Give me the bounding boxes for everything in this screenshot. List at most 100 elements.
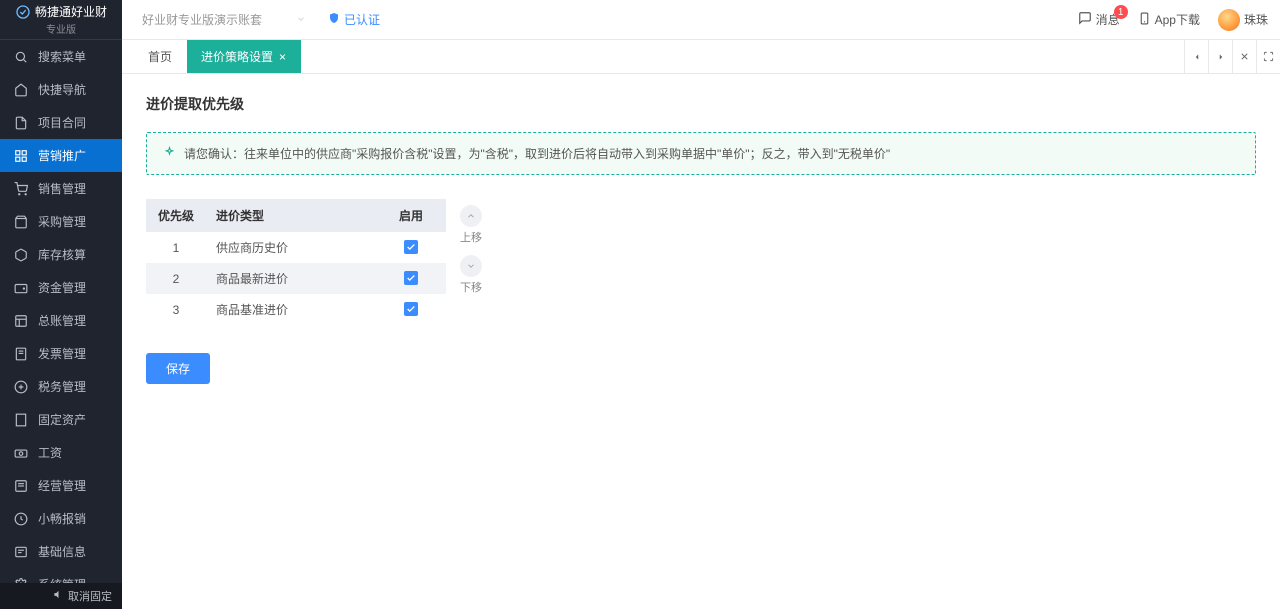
sidebar-item-2[interactable]: 项目合同 xyxy=(0,106,122,139)
sidebar-item-label: 快捷导航 xyxy=(38,81,86,98)
sidebar-item-15[interactable]: 基础信息 xyxy=(0,535,122,568)
sparkle-icon xyxy=(163,146,176,162)
account-selector[interactable]: 好业财专业版演示账套 xyxy=(134,11,314,28)
cell-enable xyxy=(376,263,446,294)
fullscreen-button[interactable] xyxy=(1256,40,1280,74)
speaker-icon xyxy=(53,589,64,603)
sidebar-item-7[interactable]: 资金管理 xyxy=(0,271,122,304)
content: 进价提取优先级 请您确认：往来单位中的供应商"采购报价含税"设置，为"含税"，取… xyxy=(122,74,1280,609)
sidebar-item-0[interactable]: 搜索菜单 xyxy=(0,40,122,73)
sidebar-item-label: 固定资产 xyxy=(38,411,86,428)
info-alert: 请您确认：往来单位中的供应商"采购报价含税"设置，为"含税"，取到进价后将自动带… xyxy=(146,132,1256,175)
verified-badge: 已认证 xyxy=(328,11,380,28)
tab-home[interactable]: 首页 xyxy=(134,40,187,73)
col-priority: 优先级 xyxy=(146,199,206,232)
cell-type: 供应商历史价 xyxy=(206,232,376,263)
messages-button[interactable]: 消息 1 xyxy=(1078,11,1120,28)
cart-icon xyxy=(14,182,28,196)
sidebar-header: 畅捷通好业财 专业版 xyxy=(0,0,122,40)
cell-priority: 3 xyxy=(146,294,206,325)
brand-subtitle: 专业版 xyxy=(46,21,76,36)
messages-badge: 1 xyxy=(1114,5,1128,19)
cell-priority: 2 xyxy=(146,263,206,294)
avatar-icon xyxy=(1218,9,1240,31)
sidebar-item-9[interactable]: 发票管理 xyxy=(0,337,122,370)
home-icon xyxy=(14,83,28,97)
table-row[interactable]: 3商品基准进价 xyxy=(146,294,446,325)
grid-icon xyxy=(14,149,28,163)
priority-table: 优先级 进价类型 启用 1供应商历史价2商品最新进价3商品基准进价 xyxy=(146,199,446,325)
user-menu[interactable]: 珠珠 xyxy=(1218,9,1268,31)
sidebar-item-label: 小畅报销 xyxy=(38,510,86,527)
close-icon[interactable]: × xyxy=(279,50,286,64)
box-icon xyxy=(14,248,28,262)
sidebar-item-4[interactable]: 销售管理 xyxy=(0,172,122,205)
search-icon xyxy=(14,50,28,64)
chevron-down-icon xyxy=(296,13,306,27)
page-title: 进价提取优先级 xyxy=(146,94,1256,114)
move-down-label: 下移 xyxy=(460,279,482,295)
col-enable: 启用 xyxy=(376,199,446,232)
sidebar-footer-label: 取消固定 xyxy=(68,588,112,604)
tab-price-strategy[interactable]: 进价策略设置 × xyxy=(187,40,301,73)
sidebar-item-label: 税务管理 xyxy=(38,378,86,395)
tab-prev-button[interactable] xyxy=(1184,40,1208,74)
sidebar-item-label: 发票管理 xyxy=(38,345,86,362)
sidebar-item-label: 系统管理 xyxy=(38,576,86,583)
tab-current-label: 进价策略设置 xyxy=(201,48,273,65)
move-up-button[interactable] xyxy=(460,205,482,227)
sidebar-item-label: 库存核算 xyxy=(38,246,86,263)
cell-priority: 1 xyxy=(146,232,206,263)
move-up-label: 上移 xyxy=(460,229,482,245)
table-row[interactable]: 2商品最新进价 xyxy=(146,263,446,294)
brand-title: 畅捷通好业财 xyxy=(35,3,107,20)
sidebar-item-label: 资金管理 xyxy=(38,279,86,296)
sidebar-item-label: 基础信息 xyxy=(38,543,86,560)
sidebar-menu: 搜索菜单快捷导航项目合同营销推广销售管理采购管理库存核算资金管理总账管理发票管理… xyxy=(0,40,122,583)
tab-next-button[interactable] xyxy=(1208,40,1232,74)
checkbox-on-icon[interactable] xyxy=(404,302,418,316)
sidebar-item-16[interactable]: 系统管理 xyxy=(0,568,122,583)
tab-home-label: 首页 xyxy=(148,48,172,65)
save-button[interactable]: 保存 xyxy=(146,353,210,384)
move-down-button[interactable] xyxy=(460,255,482,277)
cell-type: 商品最新进价 xyxy=(206,263,376,294)
table-row[interactable]: 1供应商历史价 xyxy=(146,232,446,263)
tab-close-all-button[interactable] xyxy=(1232,40,1256,74)
sidebar-item-12[interactable]: 工资 xyxy=(0,436,122,469)
shield-check-icon xyxy=(328,12,340,27)
sidebar: 畅捷通好业财 专业版 搜索菜单快捷导航项目合同营销推广销售管理采购管理库存核算资… xyxy=(0,0,122,609)
sidebar-item-label: 采购管理 xyxy=(38,213,86,230)
sidebar-item-13[interactable]: 经营管理 xyxy=(0,469,122,502)
topbar: 好业财专业版演示账套 已认证 消息 1 xyxy=(122,0,1280,40)
sidebar-item-label: 经营管理 xyxy=(38,477,86,494)
reimburse-icon xyxy=(14,512,28,526)
sidebar-item-label: 总账管理 xyxy=(38,312,86,329)
user-name: 珠珠 xyxy=(1244,11,1268,28)
account-name: 好业财专业版演示账套 xyxy=(142,11,262,28)
sidebar-item-6[interactable]: 库存核算 xyxy=(0,238,122,271)
sidebar-item-label: 工资 xyxy=(38,444,62,461)
checkbox-on-icon[interactable] xyxy=(404,240,418,254)
pay-icon xyxy=(14,446,28,460)
sidebar-item-14[interactable]: 小畅报销 xyxy=(0,502,122,535)
alert-message: 请您确认：往来单位中的供应商"采购报价含税"设置，为"含税"，取到进价后将自动带… xyxy=(184,145,890,162)
sidebar-item-label: 销售管理 xyxy=(38,180,86,197)
sidebar-item-11[interactable]: 固定资产 xyxy=(0,403,122,436)
tabbar: 首页 进价策略设置 × xyxy=(122,40,1280,74)
sidebar-item-10[interactable]: 税务管理 xyxy=(0,370,122,403)
sidebar-pin-toggle[interactable]: 取消固定 xyxy=(0,583,122,609)
cell-enable xyxy=(376,294,446,325)
checkbox-on-icon[interactable] xyxy=(404,271,418,285)
cell-enable xyxy=(376,232,446,263)
sidebar-item-5[interactable]: 采购管理 xyxy=(0,205,122,238)
sidebar-item-3[interactable]: 营销推广 xyxy=(0,139,122,172)
sidebar-item-8[interactable]: 总账管理 xyxy=(0,304,122,337)
verified-label: 已认证 xyxy=(344,11,380,28)
download-label: App下载 xyxy=(1155,11,1200,28)
receipt-icon xyxy=(14,347,28,361)
ledger-icon xyxy=(14,314,28,328)
sidebar-item-1[interactable]: 快捷导航 xyxy=(0,73,122,106)
app-download-button[interactable]: App下载 xyxy=(1138,11,1200,28)
phone-icon xyxy=(1138,12,1151,28)
